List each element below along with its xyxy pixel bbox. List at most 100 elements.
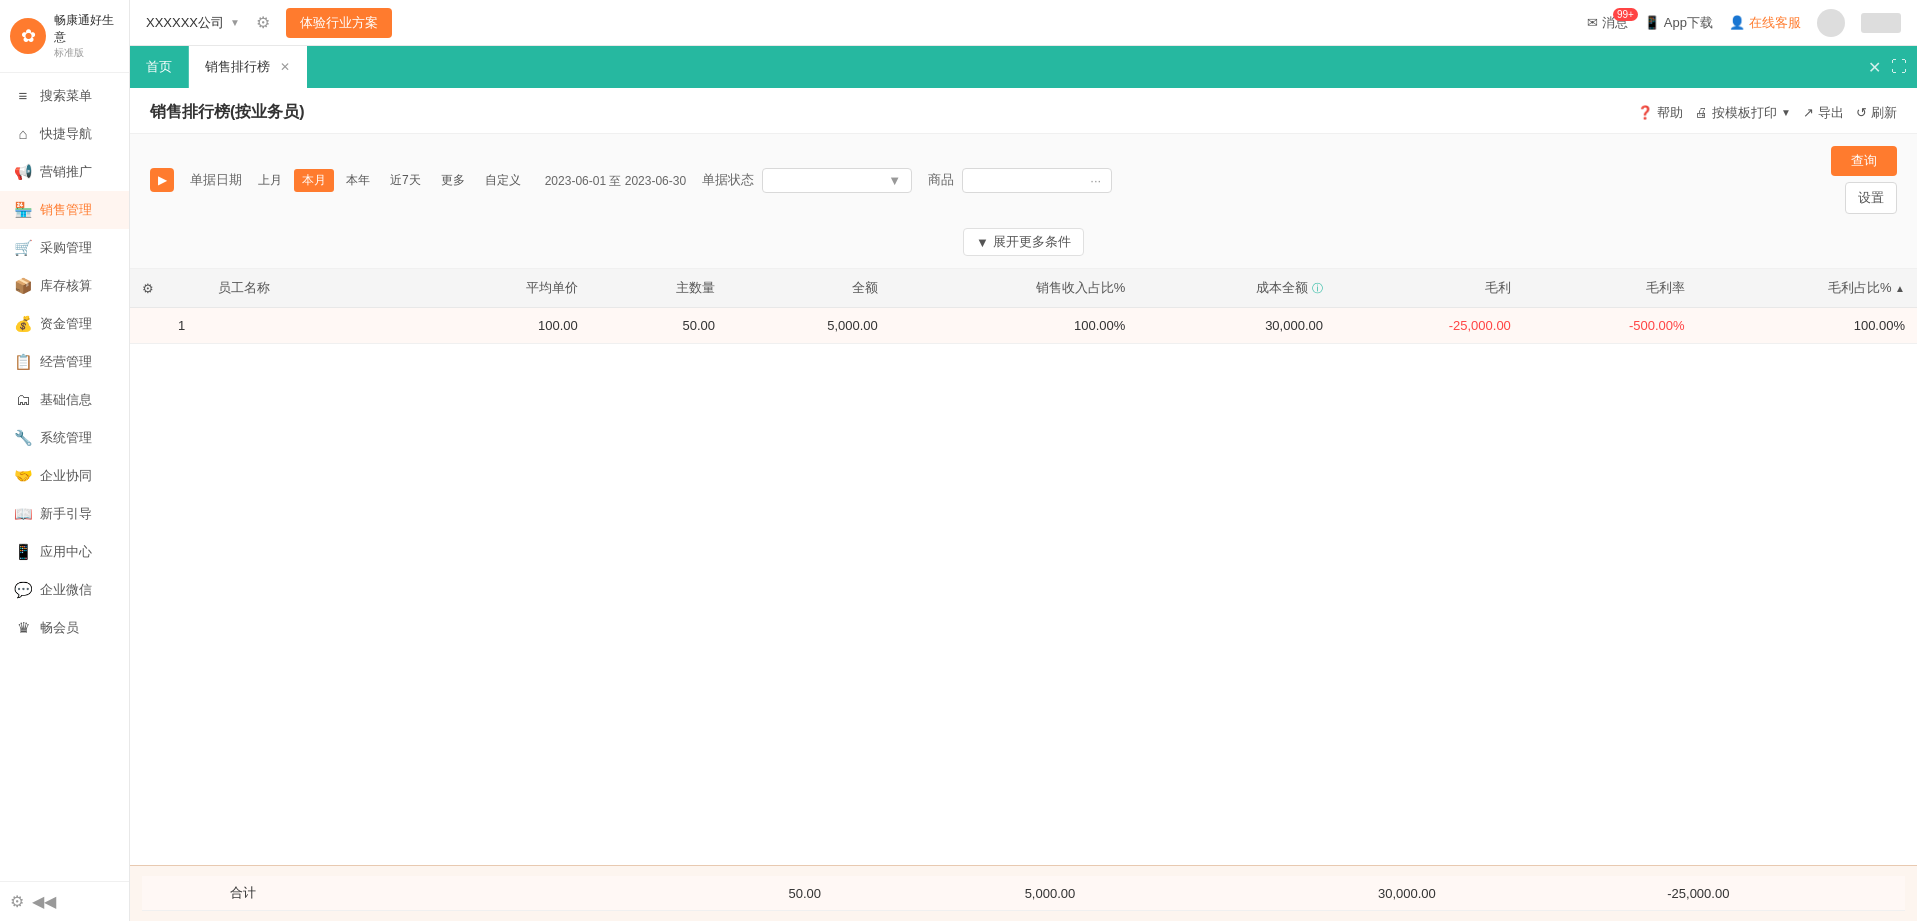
footer-profit: -25,000.00 [1448, 876, 1742, 911]
date-filter-group: 单据日期 上月 本月 本年 近7天 更多 自定义 [190, 169, 529, 192]
page-actions: ❓ 帮助 🖨 按模板打印 ▼ ↗ 导出 ↺ 刷新 [1637, 104, 1897, 122]
refresh-label: 刷新 [1871, 104, 1897, 122]
app-name: 畅康通好生意 [54, 12, 119, 46]
company-selector[interactable]: XXXXXX公司 ▼ [146, 14, 240, 32]
cell-amount-0: 5,000.00 [727, 308, 890, 344]
sidebar-item-basic[interactable]: 🗂基础信息 [0, 381, 129, 419]
cell-avg-price-0: 100.00 [424, 308, 590, 344]
status-select[interactable]: ▼ [762, 168, 912, 193]
sidebar-item-quick-nav[interactable]: ⌂快捷导航 [0, 115, 129, 153]
trial-button[interactable]: 体验行业方案 [286, 8, 392, 38]
date-tab-custom[interactable]: 自定义 [477, 169, 529, 192]
filter-expand-arrow[interactable]: ▶ [150, 168, 174, 192]
nav-icon-guide: 📖 [14, 505, 32, 523]
nav-label-appstore: 应用中心 [40, 543, 92, 561]
footer-amount: 5,000.00 [833, 876, 1087, 911]
tab-close-icon[interactable]: ✕ [280, 60, 290, 74]
settings-bottom-icon[interactable]: ⚙ [10, 892, 24, 911]
print-icon: 🖨 [1695, 105, 1708, 120]
nav-label-marketing: 营销推广 [40, 163, 92, 181]
footer-profit-pct [1823, 876, 1905, 911]
nav-icon-member: ♛ [14, 619, 32, 637]
cell-settings-0 [130, 308, 166, 344]
online-service-button[interactable]: 👤 在线客服 [1729, 14, 1801, 32]
footer-label: 合计 [218, 876, 559, 911]
nav-label-purchase: 采购管理 [40, 239, 92, 257]
date-tab-current-month[interactable]: 本月 [294, 169, 334, 192]
page-header: 销售排行榜(按业务员) ❓ 帮助 🖨 按模板打印 ▼ ↗ 导出 ↺ 刷新 [130, 88, 1917, 134]
sidebar-item-search[interactable]: ≡搜索菜单 [0, 77, 129, 115]
col-avg-price: 平均单价 [424, 269, 590, 308]
sidebar-item-appstore[interactable]: 📱 应用中心 [0, 533, 129, 571]
collapse-icon[interactable]: ◀◀ [32, 892, 56, 911]
sidebar-item-system[interactable]: 🔧系统管理 [0, 419, 129, 457]
topbar-gear-icon[interactable]: ⚙ [256, 13, 270, 32]
sidebar-item-purchase[interactable]: 🛒采购管理 [0, 229, 129, 267]
tabbar-expand-icon[interactable]: ⛶ [1891, 58, 1907, 76]
cell-qty-0: 50.00 [590, 308, 727, 344]
sidebar-item-finance[interactable]: 💰资金管理 [0, 305, 129, 343]
message-button[interactable]: ✉ 消息 99+ [1587, 14, 1628, 32]
settings-button[interactable]: 设置 [1845, 182, 1897, 214]
nav-label-wechat: 企业微信 [40, 581, 92, 599]
sidebar-item-guide[interactable]: 📖新手引导 [0, 495, 129, 533]
export-button[interactable]: ↗ 导出 [1803, 104, 1844, 122]
sidebar-item-sales[interactable]: 🏪销售管理 [0, 191, 129, 229]
sidebar-item-wechat[interactable]: 💬 企业微信 [0, 571, 129, 609]
sidebar-item-member[interactable]: ♛畅会员 [0, 609, 129, 647]
print-button[interactable]: 🖨 按模板打印 ▼ [1695, 104, 1791, 122]
date-tab-7days[interactable]: 近7天 [382, 169, 429, 192]
table-settings-icon[interactable]: ⚙ [142, 281, 154, 296]
query-button[interactable]: 查询 [1831, 146, 1897, 176]
date-tab-more[interactable]: 更多 [433, 169, 473, 192]
nav-icon-appstore: 📱 [14, 543, 32, 561]
nav-icon-marketing: 📢 [14, 163, 32, 181]
table-footer: 合计 50.00 5,000.00 30,000.00 -25,000.00 [130, 865, 1917, 921]
user-name-placeholder [1861, 13, 1901, 33]
col-profit-rate: 毛利率 [1523, 269, 1697, 308]
sidebar-item-inventory[interactable]: 📦库存核算 [0, 267, 129, 305]
refresh-button[interactable]: ↺ 刷新 [1856, 104, 1897, 122]
nav-label-sales: 销售管理 [40, 201, 92, 219]
filter-row-1: ▶ 单据日期 上月 本月 本年 近7天 更多 自定义 2023-06-01 至 … [150, 146, 1897, 214]
nav-label-inventory: 库存核算 [40, 277, 92, 295]
tab-home-label: 首页 [146, 58, 172, 76]
cell-sales-pct-0: 100.00% [890, 308, 1138, 344]
expand-more-button[interactable]: ▼ 展开更多条件 [963, 228, 1084, 256]
date-tab-current-year[interactable]: 本年 [338, 169, 378, 192]
footer-table: 合计 50.00 5,000.00 30,000.00 -25,000.00 [142, 876, 1905, 911]
tabbar-close-icon[interactable]: ✕ [1868, 58, 1881, 77]
page-content: 销售排行榜(按业务员) ❓ 帮助 🖨 按模板打印 ▼ ↗ 导出 ↺ 刷新 [130, 88, 1917, 921]
help-icon: ❓ [1637, 105, 1653, 120]
nav-icon-enterprise: 🤝 [14, 467, 32, 485]
nav-label-quick-nav: 快捷导航 [40, 125, 92, 143]
sidebar-item-marketing[interactable]: 📢 营销推广 [0, 153, 129, 191]
status-select-arrow-icon: ▼ [888, 173, 901, 188]
user-avatar[interactable] [1817, 9, 1845, 37]
tab-home[interactable]: 首页 [130, 46, 189, 88]
sidebar-bottom: ⚙ ◀◀ [0, 881, 129, 921]
col-sales-pct: 销售收入占比% [890, 269, 1138, 308]
company-arrow-icon: ▼ [230, 17, 240, 28]
nav-icon-operation: 📋 [14, 353, 32, 371]
filter-area: ▶ 单据日期 上月 本月 本年 近7天 更多 自定义 2023-06-01 至 … [130, 134, 1917, 269]
goods-filter-group: 商品 ··· [928, 168, 1112, 193]
tab-sales-rank[interactable]: 销售排行榜 ✕ [189, 46, 307, 88]
status-filter-group: 单据状态 ▼ [702, 168, 912, 193]
sidebar-item-operation[interactable]: 📋经营管理 [0, 343, 129, 381]
message-badge: 99+ [1613, 8, 1638, 21]
nav-icon-wechat: 💬 [14, 581, 32, 599]
topbar-right: ✉ 消息 99+ 📱 App下载 👤 在线客服 [1587, 9, 1901, 37]
help-button[interactable]: ❓ 帮助 [1637, 104, 1683, 122]
message-icon: ✉ [1587, 15, 1598, 30]
app-download-button[interactable]: 📱 App下载 [1644, 14, 1713, 32]
date-tab-prev-month[interactable]: 上月 [250, 169, 290, 192]
app-download-icon: 📱 [1644, 15, 1660, 30]
col-name: 员工名称 [206, 269, 424, 308]
col-settings[interactable]: ⚙ [130, 269, 166, 308]
footer-avg-price [559, 876, 641, 911]
footer-profit-rate [1741, 876, 1823, 911]
goods-input[interactable]: ··· [962, 168, 1112, 193]
sidebar-item-enterprise[interactable]: 🤝企业协同 [0, 457, 129, 495]
export-label: 导出 [1818, 104, 1844, 122]
